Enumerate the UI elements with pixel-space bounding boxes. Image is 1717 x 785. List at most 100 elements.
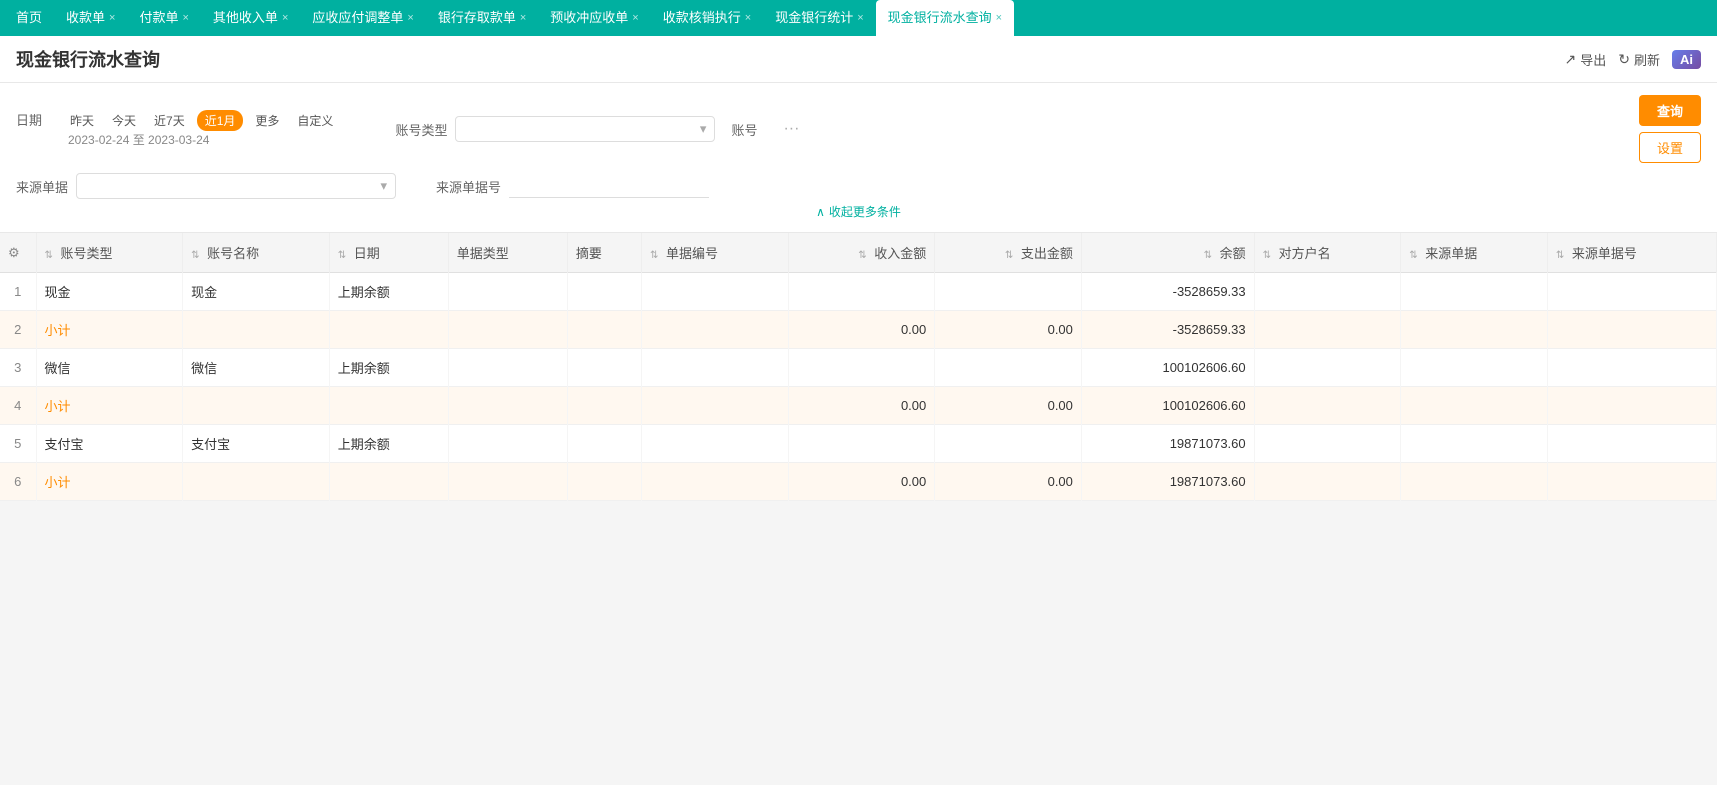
counterpart-cell	[1254, 463, 1401, 501]
nav-home[interactable]: 首页	[4, 0, 54, 36]
source-doc-cell	[1401, 425, 1548, 463]
col-doc-no[interactable]: ⇅ 单据编号	[641, 233, 788, 273]
source-doc-select[interactable]: ▾	[76, 173, 396, 199]
sort-expense-icon: ⇅	[1005, 250, 1013, 261]
nav-payment[interactable]: 付款单 ×	[127, 0, 200, 36]
nav-advance-offset[interactable]: 预收冲应收单 ×	[538, 0, 650, 36]
income-cell: 0.00	[788, 311, 935, 349]
date-opt-yesterday[interactable]: 昨天	[64, 110, 100, 131]
account-type-cell: 小计	[36, 311, 183, 349]
col-account-name[interactable]: ⇅ 账号名称	[183, 233, 330, 273]
counterpart-cell	[1254, 349, 1401, 387]
doc-no-cell	[641, 463, 788, 501]
nav-other-income[interactable]: 其他收入单 ×	[201, 0, 300, 36]
sort-account-type-icon: ⇅	[45, 250, 53, 261]
date-cell: 上期余额	[329, 425, 448, 463]
table-row: 4小计0.000.00100102606.60	[0, 387, 1717, 425]
close-advance-offset-icon[interactable]: ×	[632, 0, 638, 36]
date-opt-more[interactable]: 更多	[249, 110, 285, 131]
close-ar-ap-adjust-icon[interactable]: ×	[407, 0, 413, 36]
source-doc-no-cell	[1547, 311, 1716, 349]
account-name-cell: 微信	[183, 349, 330, 387]
expense-cell: 0.00	[935, 387, 1082, 425]
ai-button[interactable]: Ai	[1672, 50, 1701, 69]
source-doc-no-input[interactable]	[509, 174, 709, 198]
source-doc-cell	[1401, 311, 1548, 349]
table-body: 1现金现金上期余额-3528659.332小计0.000.00-3528659.…	[0, 273, 1717, 501]
expense-cell: 0.00	[935, 311, 1082, 349]
source-doc-no-cell	[1547, 273, 1716, 311]
source-doc-cell	[1401, 463, 1548, 501]
doc-no-cell	[641, 311, 788, 349]
close-receipt-verify-icon[interactable]: ×	[745, 0, 751, 36]
account-label: 账号	[731, 120, 771, 139]
date-opt-today[interactable]: 今天	[106, 110, 142, 131]
close-cash-flow-icon[interactable]: ×	[996, 0, 1002, 36]
sort-counterpart-icon: ⇅	[1263, 250, 1271, 261]
col-account-type[interactable]: ⇅ 账号类型	[36, 233, 183, 273]
date-opt-1month[interactable]: 近1月	[197, 110, 244, 131]
header-bar: 现金银行流水查询 ↗ 导出 ↻ 刷新 Ai	[0, 36, 1717, 83]
account-type-cell: 现金	[36, 273, 183, 311]
date-opt-custom[interactable]: 自定义	[291, 110, 339, 131]
col-expense[interactable]: ⇅ 支出金额	[935, 233, 1082, 273]
summary-cell	[567, 273, 641, 311]
col-source-doc-no[interactable]: ⇅ 来源单据号	[1547, 233, 1716, 273]
collapse-up-icon: ∧	[816, 205, 825, 219]
account-type-filter: 账号类型 ▾	[395, 116, 715, 142]
date-cell	[329, 463, 448, 501]
col-date[interactable]: ⇅ 日期	[329, 233, 448, 273]
doc-type-cell	[448, 387, 567, 425]
table-row: 5支付宝支付宝上期余额19871073.60	[0, 425, 1717, 463]
source-doc-no-cell	[1547, 349, 1716, 387]
refresh-button[interactable]: ↻ 刷新	[1618, 50, 1660, 69]
table-row: 3微信微信上期余额100102606.60	[0, 349, 1717, 387]
close-receipt-icon[interactable]: ×	[109, 0, 115, 36]
source-doc-label: 来源单据	[16, 177, 68, 196]
account-type-select[interactable]: ▾	[455, 116, 715, 142]
account-type-cell: 小计	[36, 387, 183, 425]
nav-bank-deposit[interactable]: 银行存取款单 ×	[426, 0, 538, 36]
sort-date-icon: ⇅	[338, 250, 346, 261]
nav-cash-stats[interactable]: 现金银行统计 ×	[763, 0, 875, 36]
refresh-icon: ↻	[1618, 51, 1630, 68]
sort-account-name-icon: ⇅	[191, 250, 199, 261]
export-button[interactable]: ↗ 导出	[1565, 50, 1607, 69]
sort-doc-no-icon: ⇅	[650, 250, 658, 261]
nav-receipt-verify[interactable]: 收款核销执行 ×	[651, 0, 763, 36]
col-counterpart[interactable]: ⇅ 对方户名	[1254, 233, 1401, 273]
close-cash-stats-icon[interactable]: ×	[857, 0, 863, 36]
date-filter-group: 日期 昨天 今天 近7天 近1月 更多 自定义 2023-02-24 至 202…	[16, 110, 339, 148]
nav-cash-flow-query[interactable]: 现金银行流水查询 ×	[876, 0, 1014, 36]
table-row: 2小计0.000.00-3528659.33	[0, 311, 1717, 349]
export-icon: ↗	[1565, 51, 1577, 68]
table-header-row: ⚙ ⇅ 账号类型 ⇅ 账号名称 ⇅ 日期 单据类型 摘要	[0, 233, 1717, 273]
balance-cell: -3528659.33	[1081, 311, 1254, 349]
doc-no-cell	[641, 387, 788, 425]
close-payment-icon[interactable]: ×	[182, 0, 188, 36]
source-doc-arrow-icon: ▾	[380, 178, 387, 194]
close-bank-deposit-icon[interactable]: ×	[520, 0, 526, 36]
date-opt-7days[interactable]: 近7天	[148, 110, 191, 131]
settings-button[interactable]: 设置	[1639, 132, 1701, 163]
nav-ar-ap-adjust[interactable]: 应收应付调整单 ×	[300, 0, 425, 36]
account-name-cell: 支付宝	[183, 425, 330, 463]
row-number: 2	[0, 311, 36, 349]
collapse-bar[interactable]: ∧ 收起更多条件	[16, 199, 1701, 220]
income-cell	[788, 349, 935, 387]
col-balance[interactable]: ⇅ 余额	[1081, 233, 1254, 273]
close-other-income-icon[interactable]: ×	[282, 0, 288, 36]
counterpart-cell	[1254, 311, 1401, 349]
counterpart-cell	[1254, 387, 1401, 425]
col-source-doc[interactable]: ⇅ 来源单据	[1401, 233, 1548, 273]
row-number: 6	[0, 463, 36, 501]
col-gear: ⚙	[0, 233, 36, 273]
col-income[interactable]: ⇅ 收入金额	[788, 233, 935, 273]
account-dots-icon[interactable]: ···	[779, 120, 803, 138]
query-button[interactable]: 查询	[1639, 95, 1701, 126]
row-number: 5	[0, 425, 36, 463]
top-navigation: 首页 收款单 × 付款单 × 其他收入单 × 应收应付调整单 × 银行存取款单 …	[0, 0, 1717, 36]
doc-type-cell	[448, 311, 567, 349]
nav-receipt[interactable]: 收款单 ×	[54, 0, 127, 36]
gear-icon[interactable]: ⚙	[8, 245, 20, 260]
